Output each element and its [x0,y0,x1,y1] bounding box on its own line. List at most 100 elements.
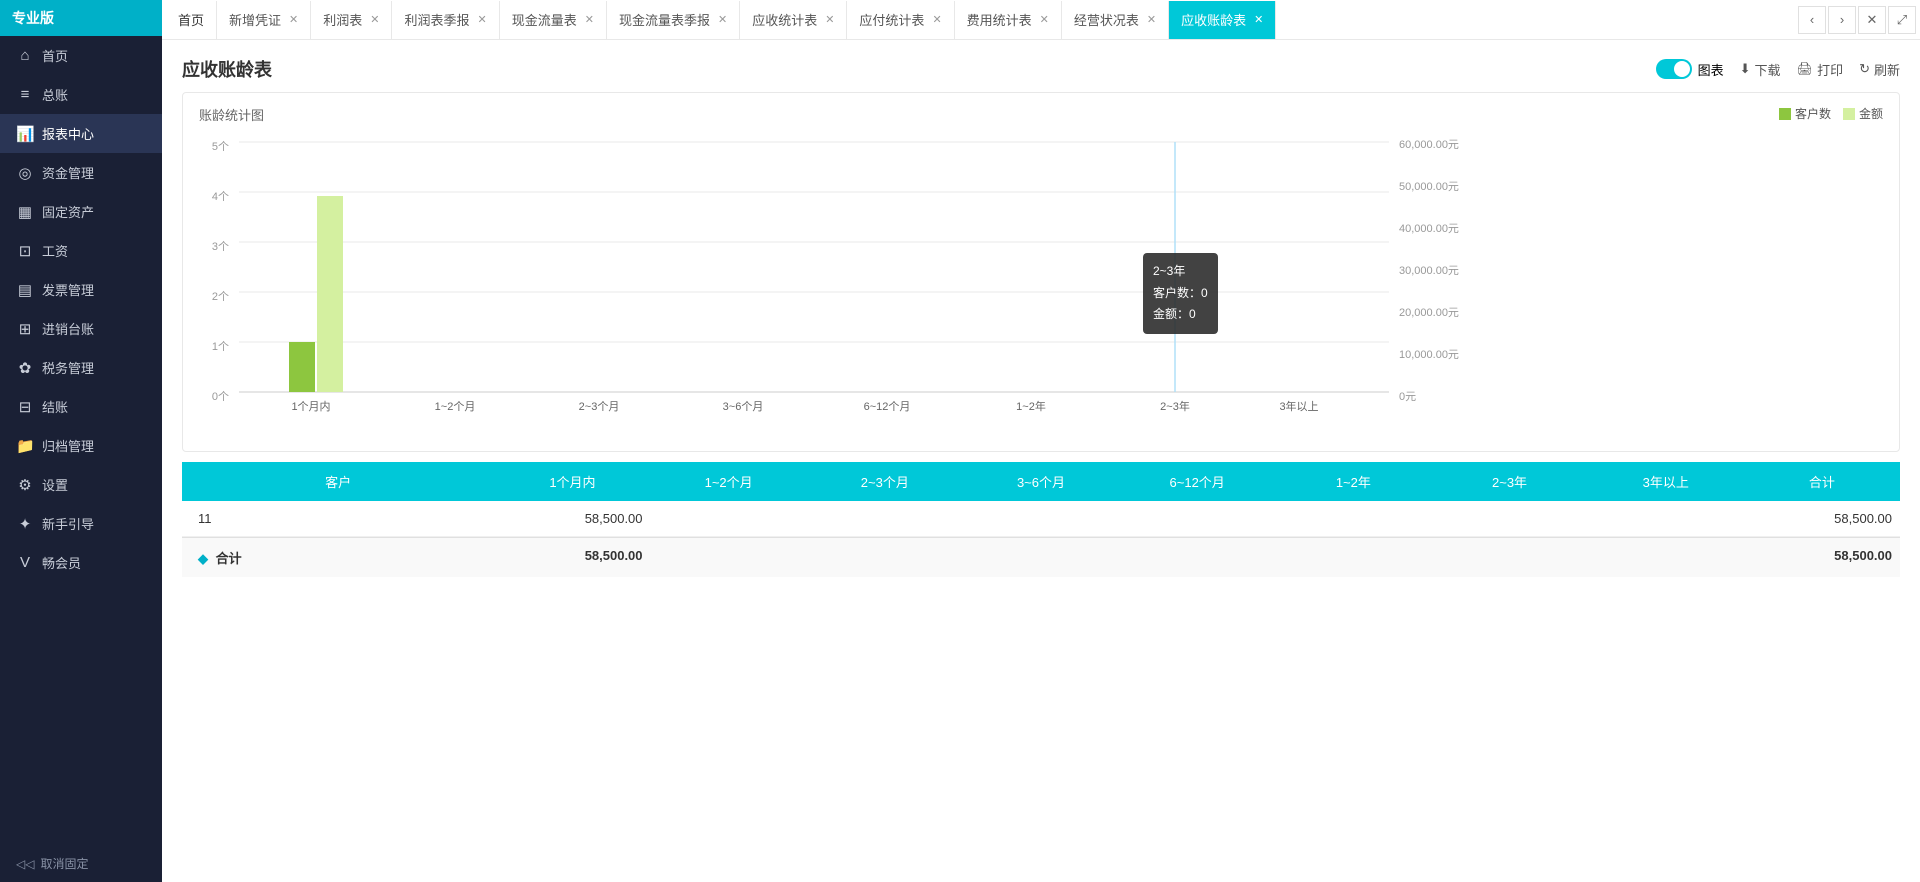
tf-y23 [1431,538,1587,577]
closing-icon: ⊟ [16,398,34,416]
unpin-sidebar-button[interactable]: ◁◁ 取消固定 [0,845,162,882]
svg-text:20,000.00元: 20,000.00元 [1399,307,1459,319]
tab-cashflow-quarterly-close[interactable]: ✕ [718,13,727,26]
refresh-button[interactable]: ↻ 刷新 [1859,60,1900,79]
tab-profit-close[interactable]: ✕ [370,13,379,26]
tab-cashflow-close[interactable]: ✕ [585,13,594,26]
tab-expense-stats-close[interactable]: ✕ [1040,13,1049,26]
sidebar-item-sales[interactable]: ⊞ 进销台账 [0,309,162,348]
tab-bar: 首页 新增凭证 ✕ 利润表 ✕ 利润表季报 ✕ 现金流量表 ✕ 现金流量表季报 … [162,0,1920,40]
svg-text:50,000.00元: 50,000.00元 [1399,181,1459,193]
tab-ap-stats-close[interactable]: ✕ [932,13,941,26]
settings-icon: ⚙ [16,476,34,494]
tab-ar-stats-close[interactable]: ✕ [825,13,834,26]
sidebar-item-tax[interactable]: ✿ 税务管理 [0,348,162,387]
td-m23-0 [807,501,963,536]
tab-ar-stats[interactable]: 应收统计表 ✕ [740,1,847,39]
tf-total: 58,500.00 [1744,538,1900,577]
sidebar-item-member-label: 畅会员 [42,553,81,572]
svg-text:2个: 2个 [212,290,229,303]
chart-toggle-wrap: 图表 [1656,59,1724,79]
print-button[interactable]: 🖨 打印 [1797,60,1844,79]
th-y12: 1~2年 [1275,462,1431,501]
tab-profit-quarterly[interactable]: 利润表季报 ✕ [392,1,499,39]
member-icon: V [16,554,34,571]
sidebar-item-settings-label: 设置 [42,475,68,494]
tab-new-voucher[interactable]: 新增凭证 ✕ [217,1,311,39]
page-title: 应收账龄表 [182,56,272,82]
tf-m12 [651,538,807,577]
svg-text:3年以上: 3年以上 [1279,399,1318,412]
tab-ar-aging-close[interactable]: ✕ [1254,13,1263,26]
sidebar-item-funds[interactable]: ◎ 资金管理 [0,153,162,192]
tf-m23 [807,538,963,577]
tab-profit[interactable]: 利润表 ✕ [311,1,392,39]
chart-toggle[interactable] [1656,59,1692,79]
th-m612: 6~12个月 [1119,462,1275,501]
tab-cashflow-quarterly[interactable]: 现金流量表季报 ✕ [607,1,740,39]
tab-expense-stats[interactable]: 费用统计表 ✕ [955,1,1062,39]
tab-ar-aging[interactable]: 应收账龄表 ✕ [1169,1,1276,39]
sidebar-item-home[interactable]: ⌂ 首页 [0,36,162,75]
tab-new-voucher-close[interactable]: ✕ [289,13,298,26]
download-button[interactable]: ⬇ 下载 [1740,60,1781,79]
sidebar-item-settings[interactable]: ⚙ 设置 [0,465,162,504]
tab-cashflow[interactable]: 现金流量表 ✕ [500,1,607,39]
unpin-label: 取消固定 [40,855,88,872]
tab-ops-status-close[interactable]: ✕ [1147,13,1156,26]
tab-prev-button[interactable]: ‹ [1798,6,1826,34]
sidebar-item-closing[interactable]: ⊟ 结账 [0,387,162,426]
tab-expand-button[interactable]: ⤢ [1888,6,1916,34]
tab-expense-stats-label: 费用统计表 [967,10,1032,29]
tab-ops-status[interactable]: 经营状况表 ✕ [1062,1,1169,39]
tf-y3p [1588,538,1744,577]
legend-amount: 金额 [1843,105,1883,122]
footer-icon: ◆ [198,551,208,566]
legend-customer-dot [1779,108,1791,120]
legend-customer: 客户数 [1779,105,1831,122]
svg-text:2~3个月: 2~3个月 [579,400,620,412]
payroll-icon: ⊡ [16,242,34,260]
tab-next-button[interactable]: › [1828,6,1856,34]
sidebar-item-reports[interactable]: 📊 报表中心 [0,114,162,153]
guide-icon: ✦ [16,515,34,533]
reports-icon: 📊 [16,125,34,143]
sidebar-item-assets-label: 固定资产 [42,202,94,221]
sidebar-item-tax-label: 税务管理 [42,358,94,377]
sidebar-item-ledger[interactable]: ≡ 总账 [0,75,162,114]
sidebar-item-invoice[interactable]: ▤ 发票管理 [0,270,162,309]
home-icon: ⌂ [16,47,34,64]
svg-text:1~2年: 1~2年 [1016,399,1046,412]
sidebar-item-payroll[interactable]: ⊡ 工资 [0,231,162,270]
sales-icon: ⊞ [16,320,34,338]
tab-close-all-button[interactable]: ✕ [1858,6,1886,34]
svg-text:0个: 0个 [212,390,229,403]
td-m36-0 [963,501,1119,536]
svg-text:10,000.00元: 10,000.00元 [1399,349,1459,361]
app-logo: 专业版 [0,0,162,36]
chart-svg: 0个 1个 2个 3个 4个 5个 0元 10,000.00元 20,000.0… [199,132,1883,412]
sidebar-item-invoice-label: 发票管理 [42,280,94,299]
assets-icon: ▦ [16,203,34,221]
tab-home[interactable]: 首页 [166,1,217,39]
tab-ops-status-label: 经营状况表 [1074,10,1139,29]
bar-customer-0 [289,342,315,392]
td-m12-0 [651,501,807,536]
tf-m1: 58,500.00 [494,538,650,577]
svg-text:5个: 5个 [212,140,229,153]
sidebar-item-member[interactable]: V 畅会员 [0,543,162,582]
sidebar-item-assets[interactable]: ▦ 固定资产 [0,192,162,231]
sidebar-item-archive[interactable]: 📁 归档管理 [0,426,162,465]
sidebar-item-guide-label: 新手引导 [42,514,94,533]
tab-ap-stats[interactable]: 应付统计表 ✕ [847,1,954,39]
svg-text:40,000.00元: 40,000.00元 [1399,223,1459,235]
table-footer: ◆ 合计 58,500.00 58,500.00 [182,537,1900,577]
svg-text:2~3年: 2~3年 [1160,399,1190,412]
svg-text:0元: 0元 [1399,391,1416,403]
tax-icon: ✿ [16,359,34,377]
tab-profit-quarterly-close[interactable]: ✕ [478,13,487,26]
sidebar-item-guide[interactable]: ✦ 新手引导 [0,504,162,543]
tab-profit-quarterly-label: 利润表季报 [404,10,469,29]
table-header: 客户 1个月内 1~2个月 2~3个月 3~6个月 6~12个月 1~2年 2~… [182,462,1900,501]
td-customer-0: 11 [182,501,494,536]
